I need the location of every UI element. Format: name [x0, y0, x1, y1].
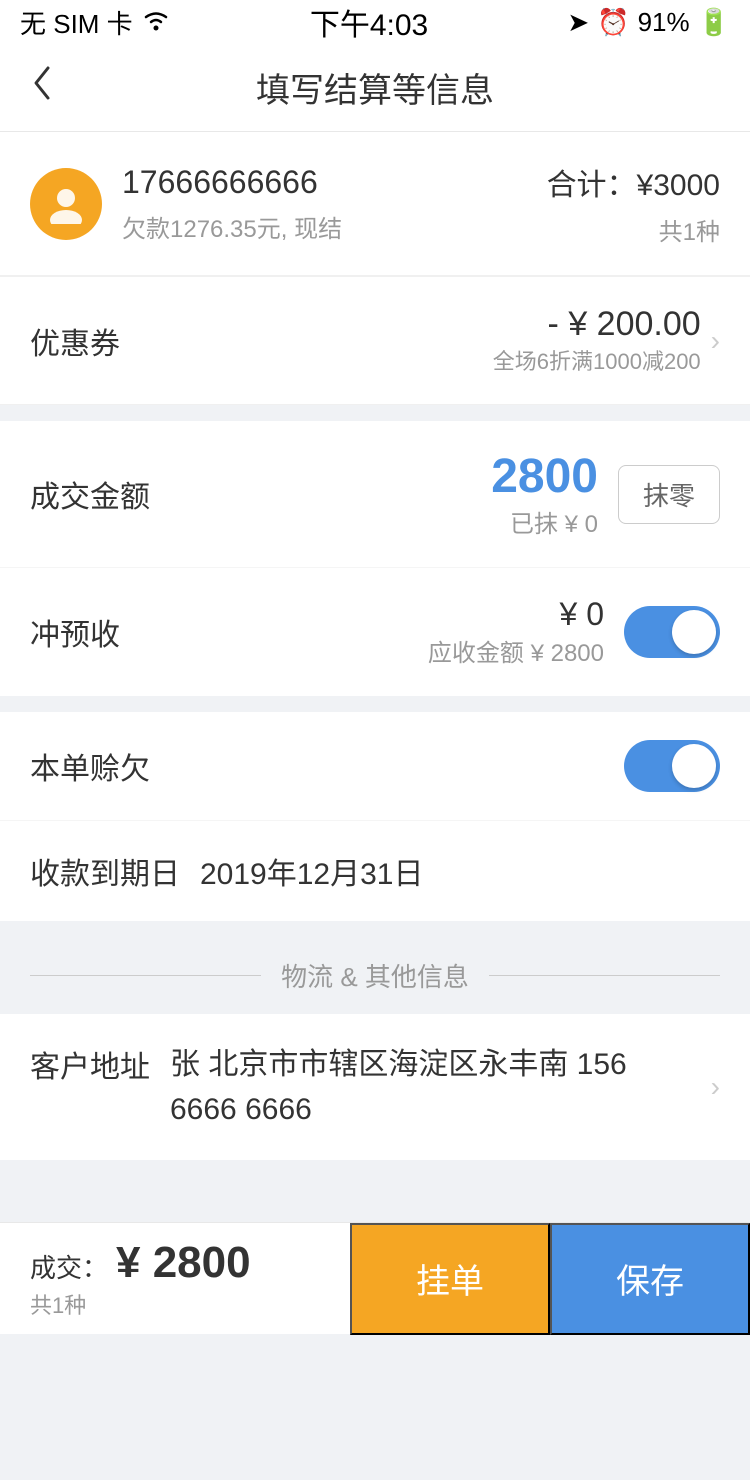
wifi-icon	[141, 7, 171, 38]
back-button[interactable]	[30, 63, 54, 112]
total-amount: 合计：¥3000	[547, 160, 720, 204]
deal-section: 成交金额 2800 已抹 ¥ 0 抹零 冲预收 ¥ 0 应收金额 ¥ 2800	[0, 421, 750, 696]
due-date-label: 收款到期日	[30, 849, 180, 893]
battery-icon: 🔋	[698, 7, 730, 38]
battery-text: 91%	[638, 7, 690, 38]
coupon-chevron-icon: ›	[711, 325, 720, 357]
logistics-header: 物流 & 其他信息	[0, 937, 750, 1014]
bottom-count: 共1种	[30, 1288, 320, 1320]
address-row[interactable]: 客户地址 张 北京市市辖区海淀区永丰南 156 6666 6666 ›	[0, 1014, 750, 1160]
alarm-icon: ⏰	[597, 7, 629, 38]
avatar	[30, 168, 102, 240]
debt-section: 本单赊欠 收款到期日 2019年12月31日	[0, 712, 750, 921]
address-value: 张 北京市市辖区海淀区永丰南 156 6666 6666	[170, 1042, 701, 1132]
bottom-amount: ¥ 2800	[116, 1238, 251, 1288]
deal-right: 2800 已抹 ¥ 0 抹零	[491, 449, 720, 539]
coupon-amount: - ¥ 200.00	[493, 305, 701, 344]
hang-order-button[interactable]: 挂单	[350, 1223, 550, 1335]
coupon-row[interactable]: 优惠券 - ¥ 200.00 全场6折满1000减200 ›	[0, 276, 750, 405]
sim-text: 无 SIM 卡	[20, 4, 133, 41]
address-label: 客户地址	[30, 1042, 150, 1086]
status-right: ➤ ⏰ 91% 🔋	[567, 7, 730, 38]
address-chevron-icon: ›	[711, 1071, 720, 1103]
status-left: 无 SIM 卡	[20, 4, 171, 41]
coupon-desc: 全场6折满1000减200	[493, 344, 701, 376]
customer-card: 17666666666 欠款1276.35元, 现结 合计：¥3000 共1种	[0, 132, 750, 276]
round-zero-button[interactable]: 抹零	[618, 465, 720, 524]
prepay-sub: 应收金额 ¥ 2800	[428, 633, 604, 668]
prepay-row: 冲预收 ¥ 0 应收金额 ¥ 2800	[0, 568, 750, 696]
location-icon: ➤	[567, 7, 589, 38]
bottom-bar: 成交： ¥ 2800 共1种 挂单 保存	[0, 1222, 750, 1334]
customer-info: 17666666666 欠款1276.35元, 现结	[122, 164, 342, 244]
coupon-label: 优惠券	[30, 319, 120, 363]
customer-right: 合计：¥3000 共1种	[547, 160, 720, 247]
prepay-amount: ¥ 0	[560, 596, 604, 633]
due-date-value: 2019年12月31日	[200, 849, 423, 893]
customer-left: 17666666666 欠款1276.35元, 现结	[30, 164, 342, 244]
page-title: 填写结算等信息	[256, 63, 494, 112]
debt-row: 本单赊欠	[0, 712, 750, 821]
coupon-right: - ¥ 200.00 全场6折满1000减200	[493, 305, 701, 376]
status-bar: 无 SIM 卡 下午4:03 ➤ ⏰ 91% 🔋	[0, 0, 750, 44]
debt-toggle[interactable]	[624, 740, 720, 792]
toggle-knob	[672, 610, 716, 654]
due-date-row: 收款到期日 2019年12月31日	[0, 821, 750, 921]
prepay-toggle[interactable]	[624, 606, 720, 658]
deal-sub: 已抹 ¥ 0	[510, 504, 598, 539]
deal-amount-col: 2800 已抹 ¥ 0	[491, 449, 598, 539]
total-count: 共1种	[547, 212, 720, 247]
debt-label: 本单赊欠	[30, 744, 150, 788]
deal-amount: 2800	[491, 449, 598, 504]
logistics-header-text: 物流 & 其他信息	[281, 957, 469, 994]
save-button[interactable]: 保存	[550, 1223, 750, 1335]
customer-sub: 欠款1276.35元, 现结	[122, 209, 342, 244]
status-time: 下午4:03	[310, 0, 428, 44]
prepay-right-col: ¥ 0 应收金额 ¥ 2800	[428, 596, 604, 668]
debt-toggle-knob	[672, 744, 716, 788]
bottom-deal-row: 成交： ¥ 2800	[30, 1238, 320, 1288]
bottom-deal-label: 成交：	[30, 1248, 108, 1285]
customer-phone: 17666666666	[122, 164, 342, 201]
prepay-label: 冲预收	[30, 610, 120, 654]
bottom-info: 成交： ¥ 2800 共1种	[0, 1238, 350, 1320]
deal-row: 成交金额 2800 已抹 ¥ 0 抹零	[0, 421, 750, 568]
nav-bar: 填写结算等信息	[0, 44, 750, 132]
deal-label: 成交金额	[30, 472, 150, 516]
